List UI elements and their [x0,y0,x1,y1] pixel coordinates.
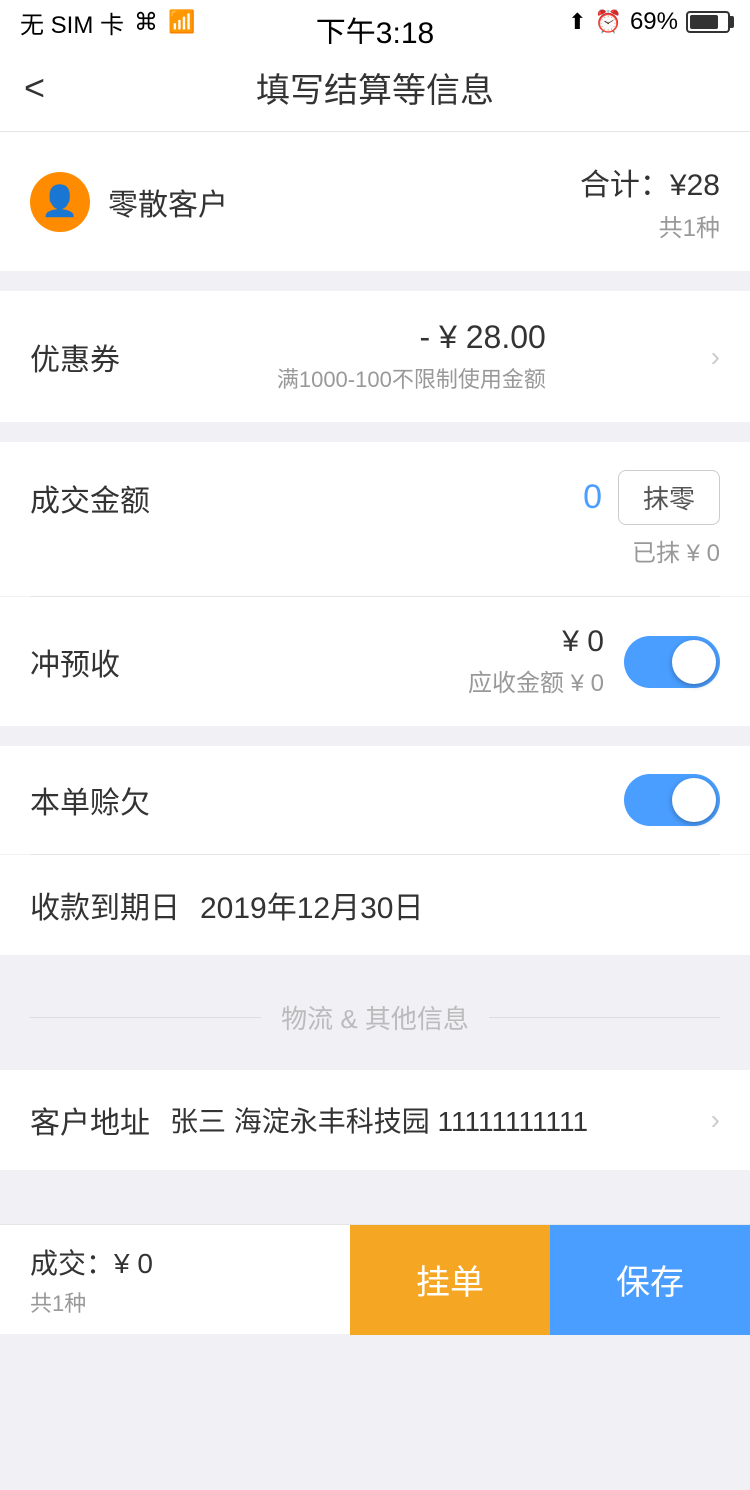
due-date-value: 2019年12月30日 [200,883,423,927]
status-right: ⬆ ⏰ 69% [568,8,730,36]
divider-3 [0,726,750,746]
battery-percent: 69% [630,8,678,36]
customer-info: 👤 零散客户 [30,172,228,232]
customer-avatar: 👤 [30,172,90,232]
coupon-desc: 满1000-100不限制使用金额 [277,362,546,394]
credit-label: 本单赊欠 [30,778,150,822]
logistics-line-left [30,1017,261,1018]
address-section[interactable]: 客户地址 张三 海淀永丰科技园 11111111111 › [0,1070,750,1170]
customer-name: 零散客户 [108,180,228,224]
wifi-icon: ⌘︎ [134,8,158,37]
toggle-knob [672,640,716,684]
logistics-line: 物流 & 其他信息 [30,999,720,1036]
credit-toggle[interactable] [624,774,720,826]
location-icon: ⬆ [568,9,586,35]
divider-1 [0,271,750,291]
prepay-label: 冲预收 [30,640,120,684]
bottom-deal-value: ¥ 0 [114,1248,153,1279]
battery-icon [686,11,730,33]
address-label: 客户地址 [30,1098,150,1142]
total-count: 共1种 [580,208,720,243]
due-date-label: 收款到期日 [30,883,180,927]
logistics-line-right [489,1017,720,1018]
prepay-amount: ¥ 0 应收金额 ¥ 0 [468,625,604,698]
prepay-toggle[interactable] [624,636,720,688]
deal-label: 成交金额 [30,476,150,520]
header: < 填写结算等信息 [0,44,750,132]
status-bar: 无 SIM 卡 ⌘︎ 📶 下午3:18 ⬆ ⏰ 69% [0,0,750,44]
deal-sub-label: 已抹 ¥ 0 [30,533,720,568]
bottom-count: 共1种 [30,1286,320,1318]
deal-value: 0 [583,478,602,517]
coupon-right: - ¥ 28.00 满1000-100不限制使用金额 [277,319,546,394]
deal-amount-section: 成交金额 0 抹零 已抹 ¥ 0 [0,442,750,596]
logistics-label: 物流 & 其他信息 [281,999,469,1036]
address-value: 张三 海淀永丰科技园 11111111111 [170,1100,703,1140]
total-amount: 合计：¥28 [580,160,720,204]
deal-top-row: 成交金额 0 抹零 [30,470,720,525]
coupon-discount: - ¥ 28.00 [277,319,546,356]
customer-total: 合计：¥28 共1种 [580,160,720,243]
divider-2 [0,422,750,442]
coupon-label: 优惠券 [30,335,120,379]
prepay-value: ¥ 0 [468,625,604,659]
credit-section: 本单赊欠 [0,746,750,854]
prepay-section: 冲预收 ¥ 0 应收金额 ¥ 0 [0,597,750,726]
alarm-icon: ⏰ [595,9,622,35]
customer-section: 👤 零散客户 合计：¥28 共1种 [0,132,750,271]
hold-button[interactable]: 挂单 [350,1225,550,1335]
logistics-section: 物流 & 其他信息 [0,975,750,1060]
deal-right: 0 抹零 [583,470,720,525]
chevron-right-icon: › [711,341,720,373]
round-off-button[interactable]: 抹零 [618,470,720,525]
due-date-section: 收款到期日 2019年12月30日 [0,855,750,955]
bottom-deal-label: 成交： [30,1248,114,1279]
bottom-bar: 成交：¥ 0 共1种 挂单 保存 [0,1224,750,1334]
divider-4 [0,955,750,975]
bottom-deal-text: 成交：¥ 0 [30,1242,320,1282]
prepay-sub: 应收金额 ¥ 0 [468,663,604,698]
credit-toggle-knob [672,778,716,822]
person-icon: 👤 [41,184,78,219]
coupon-section[interactable]: 优惠券 - ¥ 28.00 满1000-100不限制使用金额 › [0,291,750,422]
address-chevron-icon: › [711,1104,720,1136]
back-button[interactable]: < [24,67,45,109]
divider-5 [0,1060,750,1070]
status-left: 无 SIM 卡 ⌘︎ 📶 [20,5,195,40]
page-title: 填写结算等信息 [256,63,494,112]
save-button[interactable]: 保存 [550,1225,750,1335]
carrier-text: 无 SIM 卡 [20,5,124,40]
prepay-top: 冲预收 ¥ 0 应收金额 ¥ 0 [30,625,720,698]
bottom-deal-info: 成交：¥ 0 共1种 [0,1242,350,1318]
wifi-signal-icon: 📶 [168,9,195,35]
prepay-right: ¥ 0 应收金额 ¥ 0 [468,625,720,698]
